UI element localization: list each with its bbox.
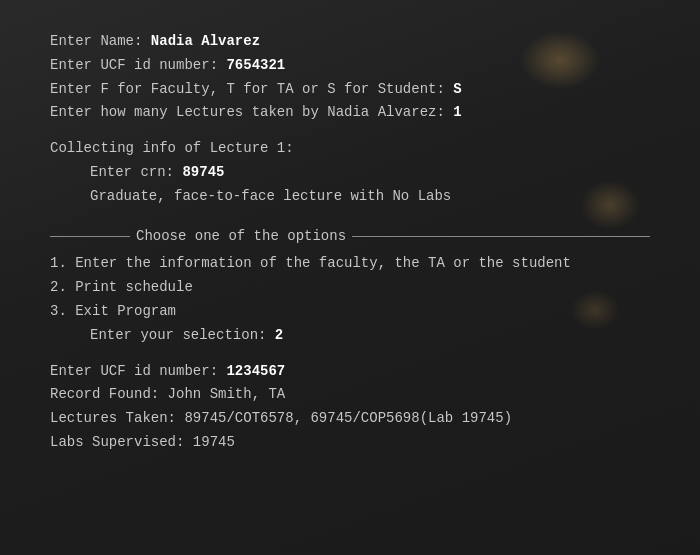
name-value: Nadia Alvarez [151, 33, 260, 49]
enter-ucf2-line: Enter UCF id number: 1234567 [50, 360, 650, 384]
option3-line: 3. Exit Program [50, 300, 650, 324]
option2-line: 2. Print schedule [50, 276, 650, 300]
labs-supervised-line: Labs Supervised: 19745 [50, 431, 650, 455]
selection-value: 2 [275, 327, 283, 343]
labs-supervised-value: 19745 [193, 434, 235, 450]
terminal-content: Enter Name: Nadia Alvarez Enter UCF id n… [50, 30, 650, 455]
terminal-screen: Enter Name: Nadia Alvarez Enter UCF id n… [0, 0, 700, 555]
ucf2-value: 1234567 [226, 363, 285, 379]
enter-ucf-line: Enter UCF id number: 7654321 [50, 54, 650, 78]
record-found-line: Record Found: John Smith, TA [50, 383, 650, 407]
ucf-value: 7654321 [226, 57, 285, 73]
enter-lectures-line: Enter how many Lectures taken by Nadia A… [50, 101, 650, 125]
option1-line: 1. Enter the information of the faculty,… [50, 252, 650, 276]
lectures-taken-value: 89745/COT6578, 69745/COP5698(Lab 19745) [184, 410, 512, 426]
crn-value: 89745 [182, 164, 224, 180]
choose-text: Choose one of the options [130, 225, 352, 249]
lectures-value: 1 [453, 104, 461, 120]
dash-right [352, 236, 650, 237]
lectures-taken-line: Lectures Taken: 89745/COT6578, 69745/COP… [50, 407, 650, 431]
dash-left [50, 236, 130, 237]
enter-crn-line: Enter crn: 89745 [50, 161, 650, 185]
enter-selection-line: Enter your selection: 2 [50, 324, 650, 348]
enter-type-line: Enter F for Faculty, T for TA or S for S… [50, 78, 650, 102]
collecting-line: Collecting info of Lecture 1: [50, 137, 650, 161]
lecture-type-line: Graduate, face-to-face lecture with No L… [50, 185, 650, 209]
type-value: S [453, 81, 461, 97]
choose-options-divider: Choose one of the options [50, 225, 650, 249]
enter-name-line: Enter Name: Nadia Alvarez [50, 30, 650, 54]
